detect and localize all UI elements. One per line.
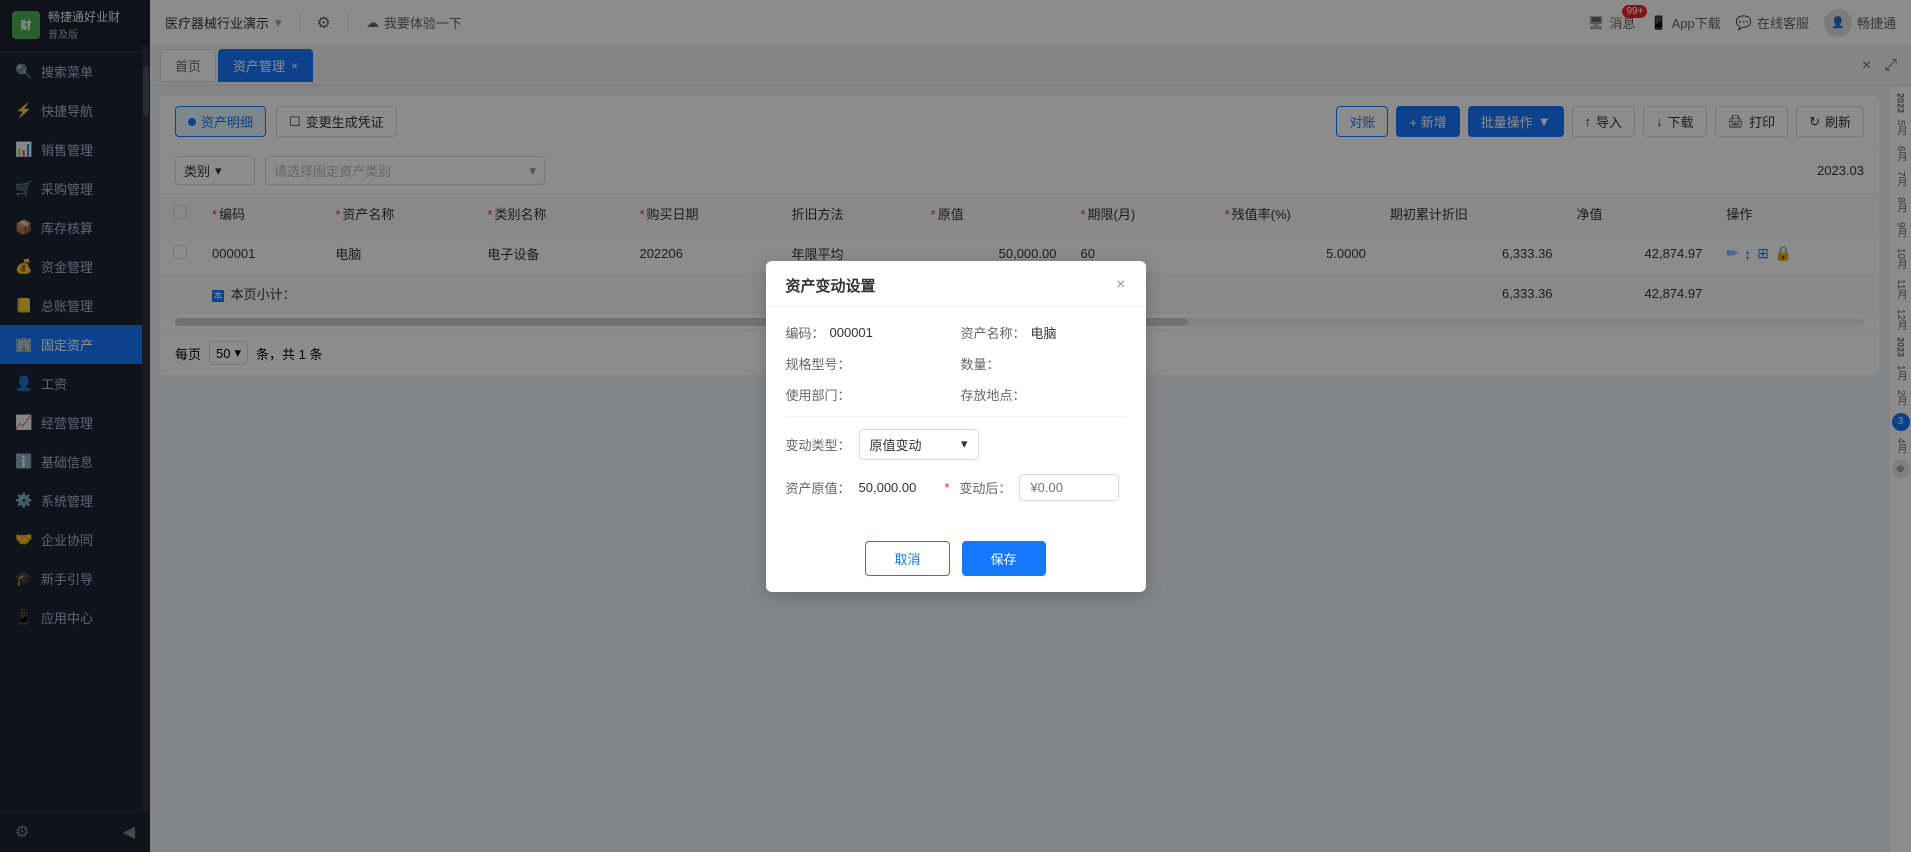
dialog-row-dept-location: 使用部门： 存放地点： [786, 385, 1126, 404]
dialog-qty-field: 数量： [961, 354, 1126, 373]
dialog-title: 资产变动设置 [786, 275, 876, 296]
dialog-row-code-name: 编码： 000001 资产名称： 电脑 [786, 323, 1126, 342]
dialog-row-spec-qty: 规格型号： 数量： [786, 354, 1126, 373]
dialog-location-field: 存放地点： [961, 385, 1126, 404]
dialog-header: 资产变动设置 × [766, 261, 1146, 307]
save-button[interactable]: 保存 [962, 541, 1046, 576]
after-label: 变动后： [959, 478, 1011, 497]
dialog-code-field: 编码： 000001 [786, 323, 951, 342]
dialog-change-type: 变动类型： 原值变动 ▾ [786, 429, 1126, 460]
modal-overlay: 资产变动设置 × 编码： 000001 资产名称： 电脑 规格型号： [0, 0, 1911, 852]
cancel-button[interactable]: 取消 [865, 541, 949, 576]
dialog-value-row: 资产原值： 50,000.00 * 变动后： [786, 474, 1126, 501]
dialog-footer: 取消 保存 [766, 531, 1146, 592]
dialog-dept-field: 使用部门： [786, 385, 951, 404]
required-star: * [944, 480, 949, 495]
asset-change-dialog: 资产变动设置 × 编码： 000001 资产名称： 电脑 规格型号： [766, 261, 1146, 592]
dialog-name-field: 资产名称： 电脑 [961, 323, 1126, 342]
dialog-spec-field: 规格型号： [786, 354, 951, 373]
dialog-divider [786, 416, 1126, 417]
dialog-close-icon[interactable]: × [1116, 276, 1125, 294]
change-type-select[interactable]: 原值变动 ▾ [859, 429, 979, 460]
select-chevron-icon: ▾ [961, 436, 968, 452]
dialog-body: 编码： 000001 资产名称： 电脑 规格型号： 数量： [766, 307, 1146, 531]
after-value-input[interactable] [1019, 474, 1119, 501]
